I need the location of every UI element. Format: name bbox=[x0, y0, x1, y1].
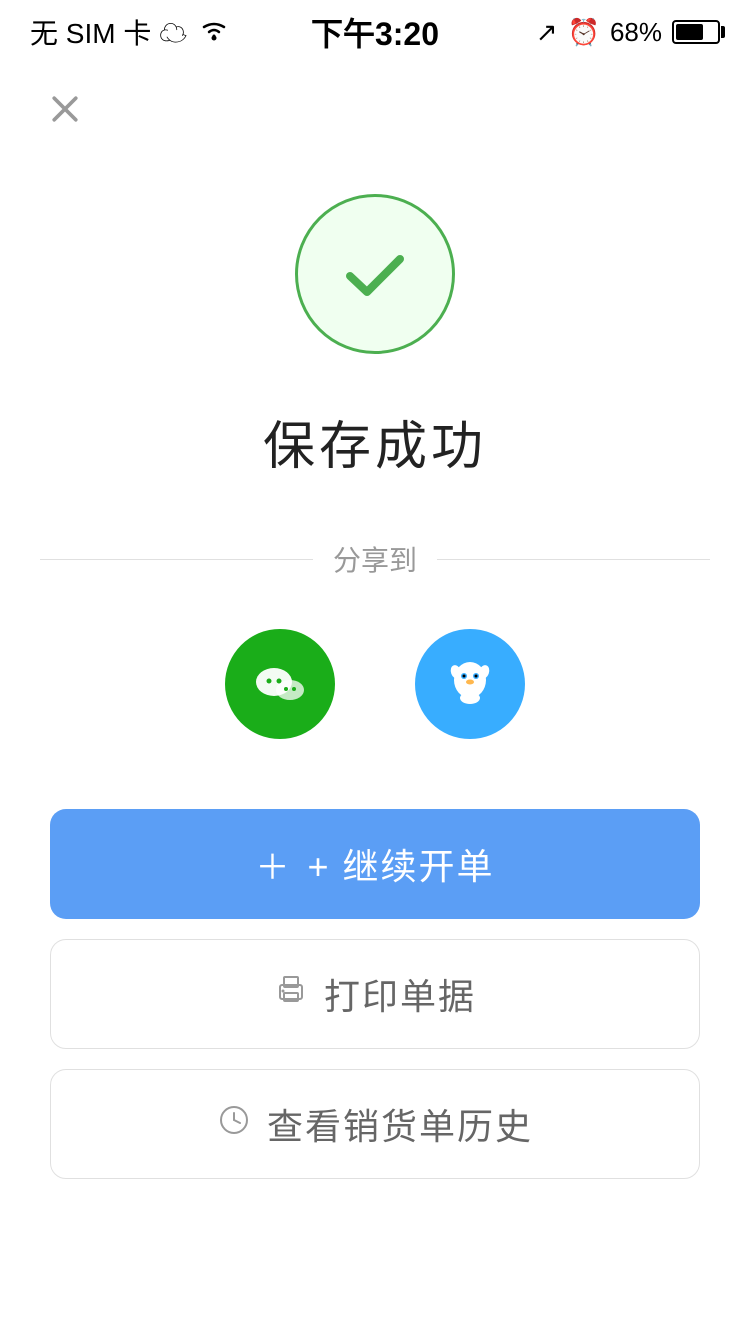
continue-label: + 继续开单 bbox=[307, 838, 494, 890]
wechat-share-button[interactable] bbox=[225, 629, 335, 739]
plus-icon: ＋ bbox=[255, 840, 291, 889]
status-left: 无 SIM 卡 ☁ bbox=[30, 12, 229, 52]
qq-share-button[interactable] bbox=[415, 629, 525, 739]
close-icon bbox=[47, 91, 83, 127]
print-button[interactable]: 打印单据 bbox=[50, 939, 700, 1049]
status-time: 下午3:20 bbox=[311, 9, 439, 55]
divider-right bbox=[437, 559, 710, 560]
battery-percent: 68% bbox=[610, 17, 662, 48]
sim-status: 无 SIM 卡 ☁ bbox=[30, 12, 187, 52]
share-divider: 分享到 bbox=[40, 539, 710, 579]
close-button[interactable] bbox=[40, 84, 90, 134]
main-content: 保存成功 分享到 bbox=[0, 64, 750, 1179]
history-label: 查看销货单历史 bbox=[267, 1098, 533, 1150]
success-circle bbox=[295, 194, 455, 354]
history-button[interactable]: 查看销货单历史 bbox=[50, 1069, 700, 1179]
share-icons bbox=[225, 629, 525, 739]
share-label: 分享到 bbox=[333, 539, 417, 579]
qq-icon bbox=[438, 652, 502, 716]
success-title: 保存成功 bbox=[263, 404, 487, 479]
success-section: 保存成功 分享到 bbox=[40, 174, 710, 1179]
divider-left bbox=[40, 559, 313, 560]
print-icon bbox=[274, 973, 308, 1016]
action-buttons: ＋ + 继续开单 打印单据 bbox=[40, 809, 710, 1179]
wifi-icon bbox=[199, 16, 229, 48]
print-label: 打印单据 bbox=[324, 968, 476, 1020]
checkmark-icon bbox=[335, 234, 415, 314]
continue-button[interactable]: ＋ + 继续开单 bbox=[50, 809, 700, 919]
location-icon: ↗ bbox=[536, 17, 558, 48]
history-icon bbox=[217, 1103, 251, 1146]
battery-icon bbox=[672, 20, 720, 44]
status-right: ↗ ⏰ 68% bbox=[536, 17, 720, 48]
status-bar: 无 SIM 卡 ☁ 下午3:20 ↗ ⏰ 68% bbox=[0, 0, 750, 64]
alarm-icon: ⏰ bbox=[568, 17, 600, 48]
wechat-icon bbox=[248, 652, 312, 716]
